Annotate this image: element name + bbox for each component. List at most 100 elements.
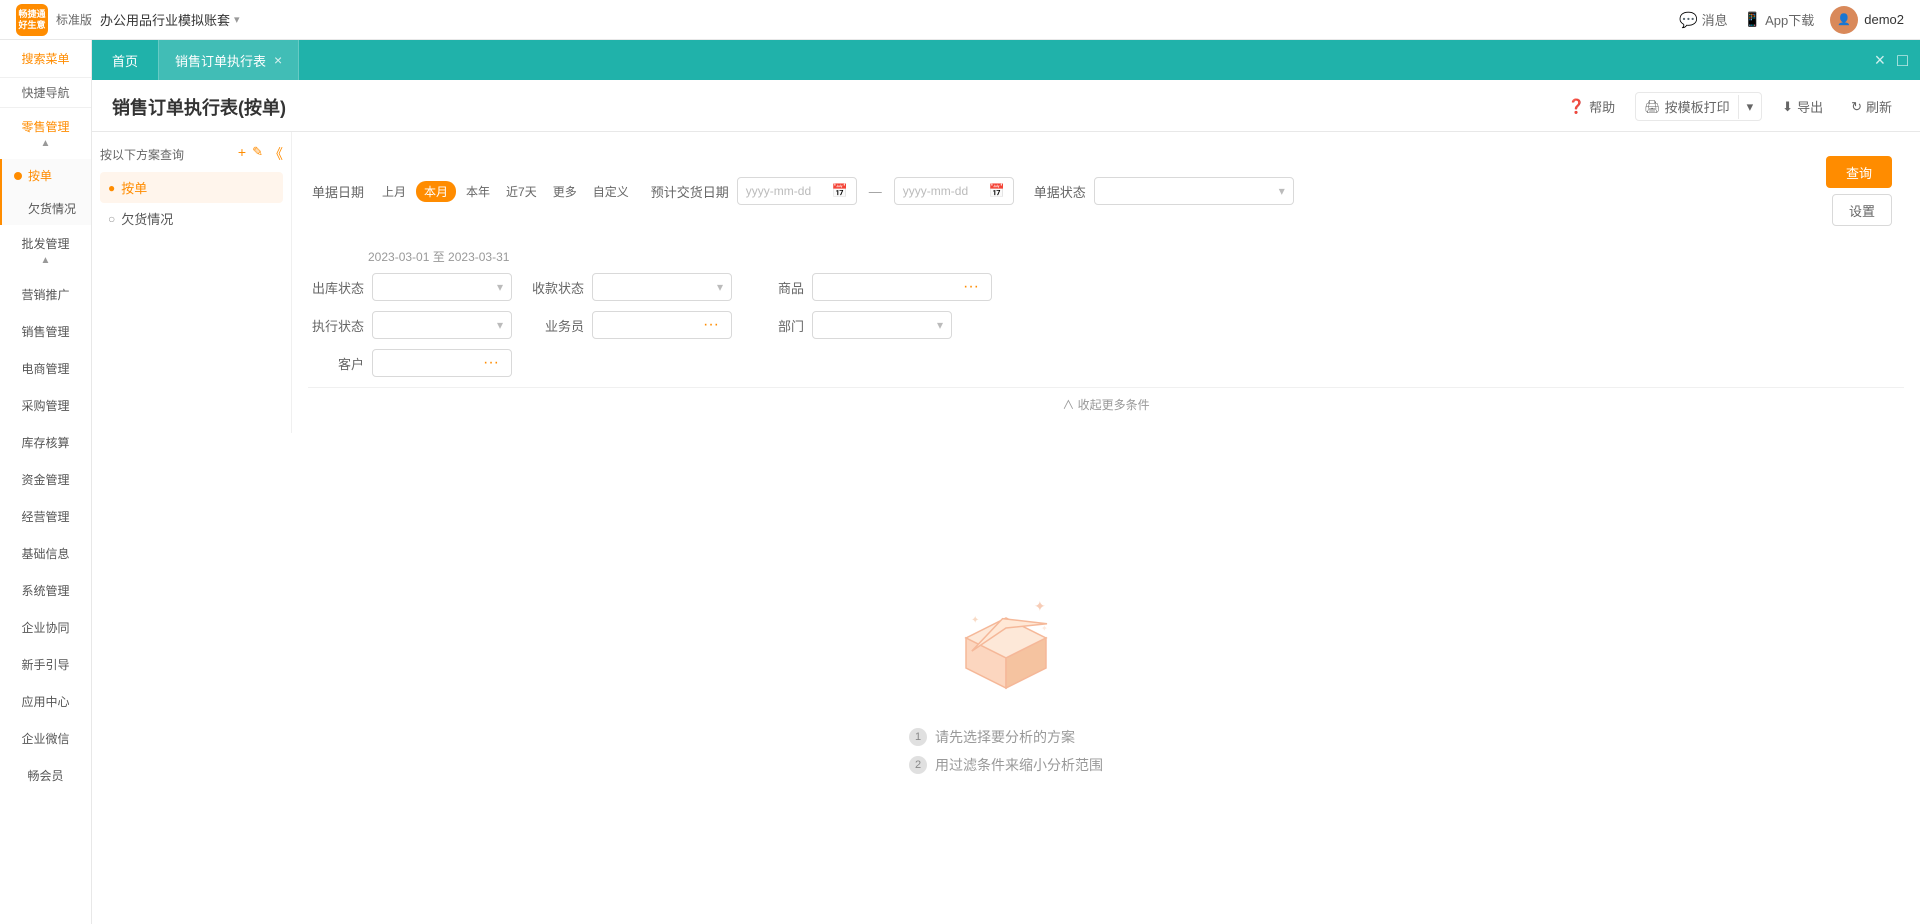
exec-status-chevron: ▾ bbox=[497, 318, 503, 332]
export-button[interactable]: ⬇ 导出 bbox=[1774, 93, 1831, 120]
sidebar-item-basic[interactable]: 基础信息 bbox=[0, 535, 91, 572]
refresh-button[interactable]: ↻ 刷新 bbox=[1843, 93, 1900, 120]
scheme-item-receipt[interactable]: ● 按单 bbox=[100, 172, 283, 203]
filter-panel: 按以下方案查询 + ✎ 《 ● 按单 ○ 欠货情况 bbox=[92, 132, 1920, 433]
sidebar-quick-nav: 快捷导航 bbox=[0, 78, 91, 108]
sidebar-item-inventory[interactable]: 库存核算 bbox=[0, 424, 91, 461]
delivery-status-select[interactable]: ▾ bbox=[372, 273, 512, 301]
sidebar-item-newcomer[interactable]: 新手引导 bbox=[0, 646, 91, 683]
customer-input[interactable]: ··· bbox=[372, 349, 512, 377]
sidebar-item-ecommerce[interactable]: 电商管理 bbox=[0, 350, 91, 387]
sidebar-item-purchase-label: 采购管理 bbox=[21, 397, 69, 414]
filter-scheme-title: 按以下方案查询 + ✎ 《 bbox=[100, 144, 283, 164]
sidebar-nav-label[interactable]: 快捷导航 bbox=[21, 86, 69, 100]
sidebar-item-inventory-label: 库存核算 bbox=[21, 434, 69, 451]
collapse-scheme-icon[interactable]: 《 bbox=[269, 144, 283, 164]
sidebar-item-operations[interactable]: 经营管理 bbox=[0, 498, 91, 535]
date-tabs: 上月 本月 本年 近7天 更多 自定义 bbox=[376, 181, 635, 202]
svg-text:✦: ✦ bbox=[971, 615, 979, 626]
doc-status-select[interactable]: ▾ bbox=[1094, 177, 1294, 205]
date-tab-more[interactable]: 更多 bbox=[547, 181, 583, 202]
sidebar-item-appstore[interactable]: 应用中心 bbox=[0, 683, 91, 720]
sidebar-sub-item-debt[interactable]: 欠货情况 bbox=[2, 192, 91, 225]
date-tab-custom[interactable]: 自定义 bbox=[587, 181, 635, 202]
date-tab-last-month[interactable]: 上月 bbox=[376, 181, 412, 202]
expected-date-end-input[interactable]: yyyy-mm-dd 📅 bbox=[894, 177, 1014, 205]
tab-close-icon[interactable]: × bbox=[274, 52, 282, 68]
collection-status-select[interactable]: ▾ bbox=[592, 273, 732, 301]
topbar-right: 💬 消息 📱 App下载 👤 demo2 bbox=[1679, 6, 1904, 34]
tab-maximize-button[interactable]: □ bbox=[1893, 46, 1912, 75]
sidebar-item-newcomer-label: 新手引导 bbox=[21, 656, 69, 673]
sidebar-item-sales[interactable]: 销售管理 bbox=[0, 313, 91, 350]
department-select[interactable]: ▾ bbox=[812, 311, 952, 339]
filter-field-expected-date: 预计交货日期 yyyy-mm-dd 📅 — yyyy-mm-dd 📅 bbox=[651, 177, 1014, 205]
page-header: 销售订单执行表(按单) ❓ 帮助 🖨 按模板打印 ▾ bbox=[92, 80, 1920, 132]
brand-logo: 畅捷通 好生意 bbox=[16, 4, 48, 36]
sidebar-item-retail-label: 零售管理 bbox=[21, 118, 69, 135]
sidebar-item-member[interactable]: 畅会员 bbox=[0, 757, 91, 794]
add-scheme-icon[interactable]: + bbox=[238, 144, 246, 164]
sidebar-sub-item-receipt[interactable]: 按单 bbox=[2, 159, 91, 192]
sidebar-item-system[interactable]: 系统管理 bbox=[0, 572, 91, 609]
setting-button[interactable]: 设置 bbox=[1832, 194, 1892, 226]
collapse-more-button[interactable]: ∧ 收起更多条件 bbox=[308, 387, 1904, 421]
sidebar-item-appstore-label: 应用中心 bbox=[21, 693, 69, 710]
sidebar-item-sales-label: 销售管理 bbox=[21, 323, 69, 340]
hint-num-2: 2 bbox=[909, 756, 927, 774]
app-download-button[interactable]: 📱 App下载 bbox=[1744, 10, 1815, 29]
date-tab-this-month[interactable]: 本月 bbox=[416, 181, 456, 202]
collection-status-label: 收款状态 bbox=[528, 278, 584, 297]
date-tab-this-year[interactable]: 本年 bbox=[460, 181, 496, 202]
sidebar-search-section: 搜索菜单 bbox=[0, 40, 91, 78]
doc-status-label: 单据状态 bbox=[1030, 182, 1086, 201]
tab-home-label: 首页 bbox=[112, 51, 138, 70]
tab-sales-order[interactable]: 销售订单执行表 × bbox=[158, 40, 299, 80]
sidebar-search-label[interactable]: 搜索菜单 bbox=[21, 52, 69, 66]
date-range-text: 2023-03-01 至 2023-03-31 bbox=[368, 250, 509, 264]
hint-num-1: 1 bbox=[909, 728, 927, 746]
date-tab-7days[interactable]: 近7天 bbox=[500, 181, 543, 202]
query-button[interactable]: 查询 bbox=[1826, 156, 1892, 188]
app-name-area[interactable]: 办公用品行业模拟账套 ▾ bbox=[100, 10, 240, 29]
sidebar-item-retail[interactable]: 零售管理 ▲ bbox=[0, 108, 91, 159]
filter-field-customer: 客户 ··· bbox=[308, 349, 512, 377]
tab-home[interactable]: 首页 bbox=[92, 40, 158, 80]
print-chevron[interactable]: ▾ bbox=[1739, 95, 1762, 119]
sidebar-item-finance[interactable]: 资金管理 bbox=[0, 461, 91, 498]
empty-hint-2: 2 用过滤条件来缩小分析范围 bbox=[909, 755, 1103, 775]
filter-row-3: 执行状态 ▾ 业务员 ··· bbox=[308, 311, 1904, 339]
salesperson-label: 业务员 bbox=[528, 316, 584, 335]
product-dots-icon[interactable]: ··· bbox=[959, 278, 983, 296]
sidebar-item-wechat[interactable]: 企业微信 bbox=[0, 720, 91, 757]
date-range-dash: — bbox=[865, 184, 886, 199]
expected-date-end-placeholder: yyyy-mm-dd bbox=[903, 184, 968, 198]
print-icon: 🖨 bbox=[1644, 99, 1661, 115]
salesperson-input[interactable]: ··· bbox=[592, 311, 732, 339]
product-input[interactable]: ··· bbox=[812, 273, 992, 301]
help-button[interactable]: ❓ 帮助 bbox=[1560, 93, 1623, 120]
salesperson-dots-icon[interactable]: ··· bbox=[699, 316, 723, 334]
scheme-item-debt[interactable]: ○ 欠货情况 bbox=[100, 203, 283, 234]
tabbar: 首页 销售订单执行表 × × □ bbox=[92, 40, 1920, 80]
tab-minimize-button[interactable]: × bbox=[1871, 46, 1890, 75]
expected-date-start-input[interactable]: yyyy-mm-dd 📅 bbox=[737, 177, 857, 205]
message-button[interactable]: 💬 消息 bbox=[1679, 10, 1728, 29]
sidebar-sub-debt-label: 欠货情况 bbox=[28, 200, 76, 217]
sidebar-item-enterprise[interactable]: 企业协同 bbox=[0, 609, 91, 646]
edit-scheme-icon[interactable]: ✎ bbox=[252, 144, 263, 164]
hint-text-1: 请先选择要分析的方案 bbox=[935, 727, 1075, 747]
collection-status-chevron: ▾ bbox=[717, 280, 723, 294]
calendar-end-icon: 📅 bbox=[989, 183, 1005, 199]
customer-dots-icon[interactable]: ··· bbox=[479, 354, 503, 372]
download-icon: 📱 bbox=[1744, 11, 1761, 28]
sidebar-item-wholesale[interactable]: 批发管理 ▲ bbox=[0, 225, 91, 276]
sidebar-item-marketing[interactable]: 营销推广 bbox=[0, 276, 91, 313]
print-button[interactable]: 🖨 按模板打印 bbox=[1636, 93, 1738, 120]
sidebar-item-purchase[interactable]: 采购管理 bbox=[0, 387, 91, 424]
filter-row-4: 客户 ··· bbox=[308, 349, 1904, 377]
user-area[interactable]: 👤 demo2 bbox=[1830, 6, 1904, 34]
page-actions: ❓ 帮助 🖨 按模板打印 ▾ ⬇ bbox=[1560, 92, 1900, 121]
exec-status-select[interactable]: ▾ bbox=[372, 311, 512, 339]
filter-field-collection-status: 收款状态 ▾ bbox=[528, 273, 732, 301]
